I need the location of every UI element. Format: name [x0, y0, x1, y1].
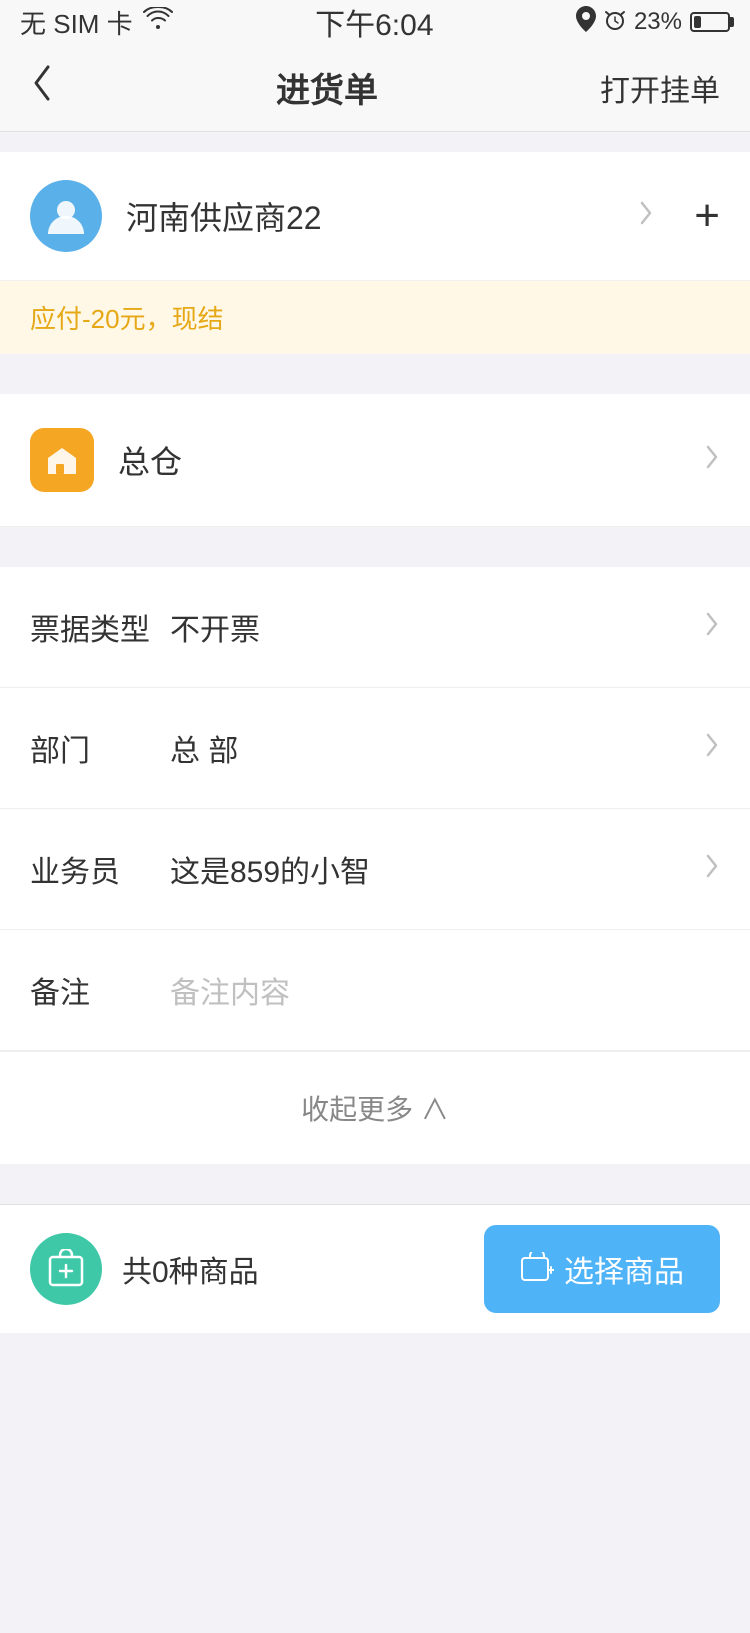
location-icon [576, 6, 596, 39]
product-icon-wrap [30, 1233, 102, 1305]
supplier-section: 河南供应商22 + 应付-20元，现结 [0, 152, 750, 354]
wifi-icon [143, 7, 173, 37]
warehouse-name: 总仓 [118, 437, 704, 483]
battery-percent: 23% [634, 8, 682, 36]
notice-text: 应付-20元，现结 [30, 304, 224, 334]
supplier-name: 河南供应商22 [126, 193, 638, 239]
carrier-text: 无 SIM 卡 [20, 4, 133, 41]
status-time: 下午6:04 [315, 0, 433, 44]
salesperson-row[interactable]: 业务员 这是859的小智 [0, 809, 750, 930]
department-row[interactable]: 部门 总 部 [0, 688, 750, 809]
nav-bar: 进货单 打开挂单 [0, 44, 750, 132]
warehouse-icon-wrap [30, 428, 94, 492]
status-left: 无 SIM 卡 [20, 4, 173, 41]
collapse-row[interactable]: 收起更多 ∧ [0, 1051, 750, 1164]
invoice-type-value: 不开票 [150, 605, 704, 649]
form-section: 票据类型 不开票 部门 总 部 业务员 这是859的小智 备注 备注内容 [0, 567, 750, 1164]
alarm-icon [604, 7, 626, 38]
add-supplier-button[interactable]: + [694, 191, 720, 241]
salesperson-chevron-icon [704, 852, 720, 887]
warehouse-chevron-icon [704, 443, 720, 478]
divider-2 [0, 527, 750, 547]
salesperson-label: 业务员 [30, 847, 150, 891]
supplier-chevron-icon [638, 199, 654, 234]
page-background [0, 1333, 750, 1633]
select-goods-button[interactable]: 选择商品 [484, 1225, 720, 1313]
supplier-row[interactable]: 河南供应商22 + [0, 152, 750, 281]
remark-row[interactable]: 备注 备注内容 [0, 930, 750, 1051]
select-goods-icon [520, 1252, 554, 1286]
invoice-type-row[interactable]: 票据类型 不开票 [0, 567, 750, 688]
status-right: 23% [576, 6, 730, 39]
open-pending-button[interactable]: 打开挂单 [600, 66, 720, 110]
bottom-bar: 共0种商品 选择商品 [0, 1204, 750, 1333]
back-button[interactable] [30, 63, 54, 112]
collapse-text: 收起更多 ∧ [301, 1088, 449, 1128]
page-title: 进货单 [276, 63, 378, 112]
department-label: 部门 [30, 726, 150, 770]
product-count: 共0种商品 [122, 1247, 484, 1291]
remark-label: 备注 [30, 968, 150, 1012]
salesperson-value: 这是859的小智 [150, 847, 704, 891]
remark-placeholder: 备注内容 [150, 968, 720, 1012]
select-goods-label: 选择商品 [564, 1247, 684, 1291]
divider-3 [0, 1164, 750, 1184]
department-chevron-icon [704, 731, 720, 766]
battery-icon [690, 12, 730, 32]
notice-bar: 应付-20元，现结 [0, 281, 750, 354]
status-bar: 无 SIM 卡 下午6:04 23% [0, 0, 750, 44]
warehouse-row[interactable]: 总仓 [0, 394, 750, 527]
invoice-type-chevron-icon [704, 610, 720, 645]
divider-1 [0, 354, 750, 374]
department-value: 总 部 [150, 726, 704, 770]
supplier-avatar [30, 180, 102, 252]
invoice-type-label: 票据类型 [30, 605, 150, 649]
warehouse-section: 总仓 [0, 394, 750, 527]
